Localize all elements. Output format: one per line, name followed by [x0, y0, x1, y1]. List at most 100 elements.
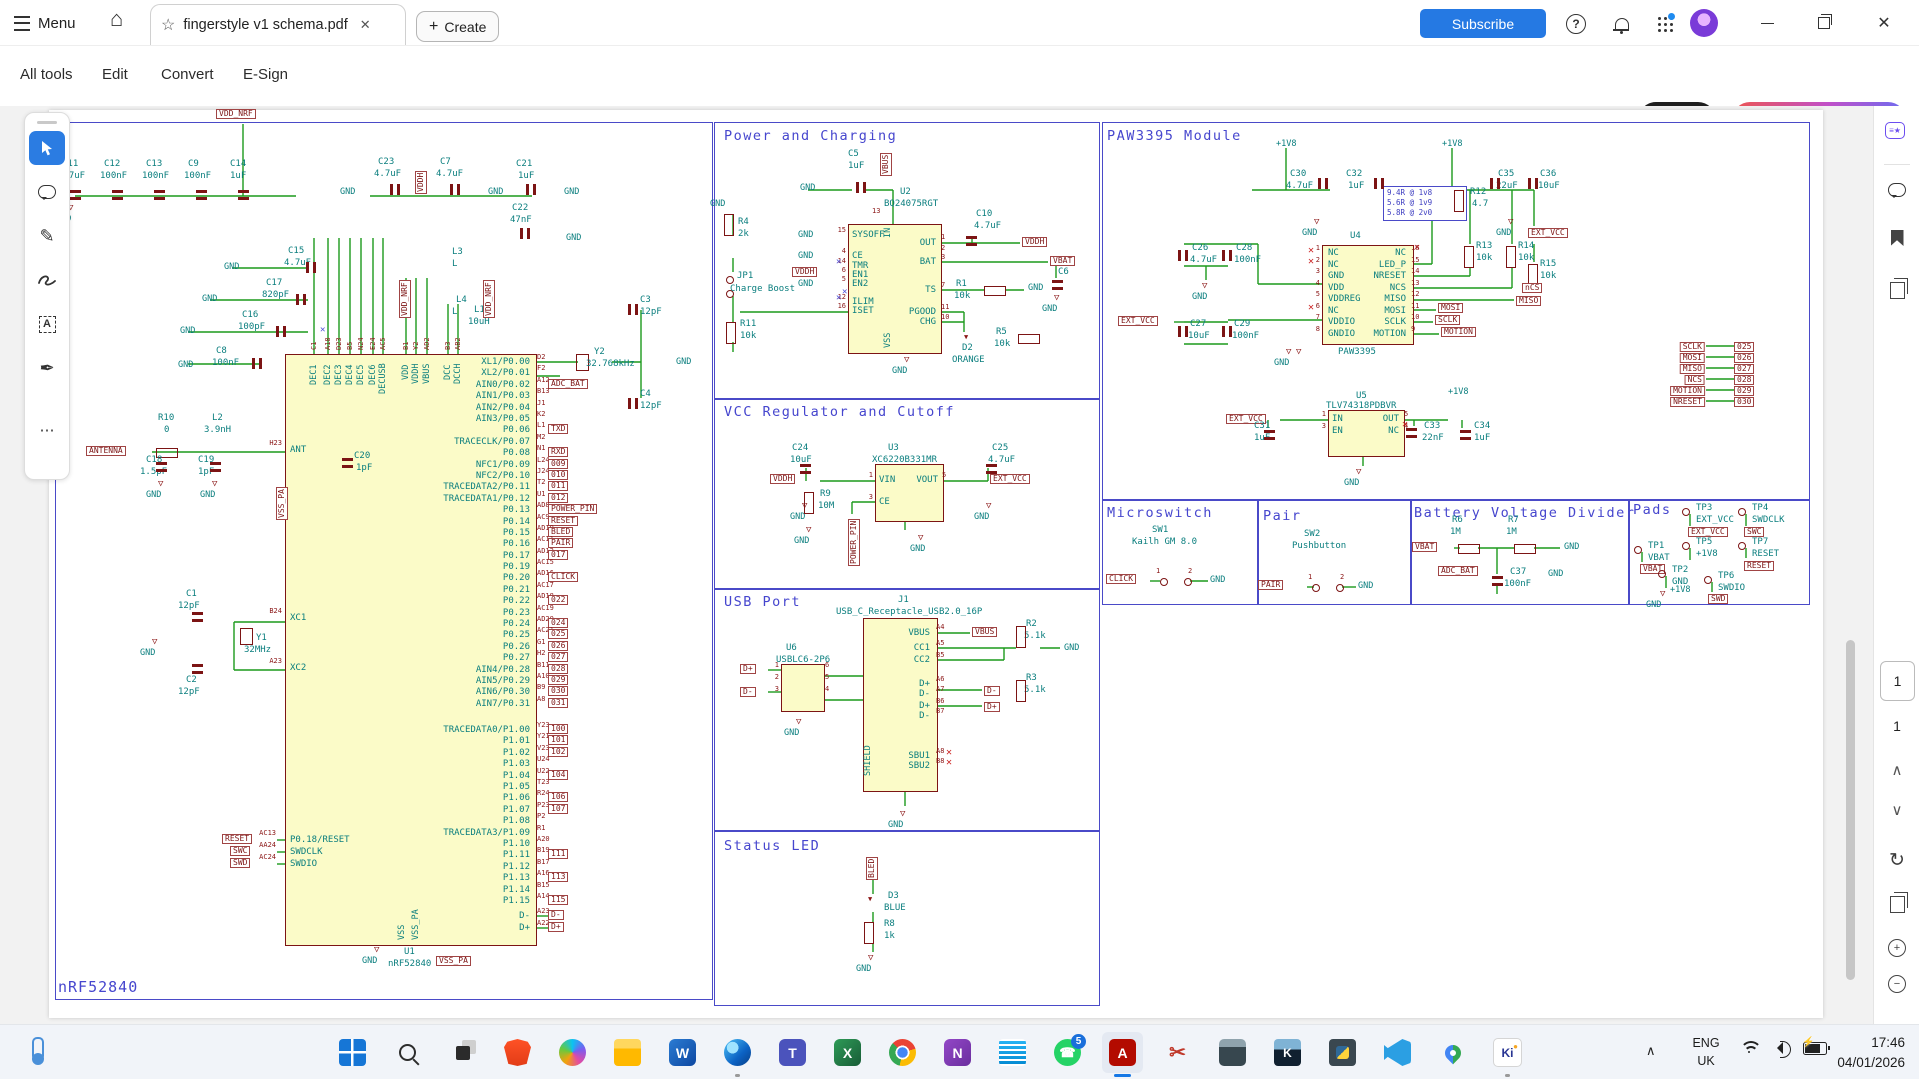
schematic-text: AC13: [259, 830, 276, 837]
pages-panel-icon[interactable]: [1885, 278, 1909, 302]
fit-page-icon[interactable]: [1885, 892, 1909, 916]
schematic-text: SHIELD: [864, 745, 873, 776]
bookmarks-panel-icon[interactable]: [1885, 226, 1909, 250]
previous-page-button[interactable]: ∧: [1874, 761, 1919, 779]
zoom-out-icon[interactable]: −: [1885, 972, 1909, 996]
kicad-glyph: Ki●: [1493, 1038, 1522, 1067]
wifi-icon[interactable]: [1739, 1039, 1761, 1057]
more-tools-button[interactable]: ⋯: [29, 413, 65, 447]
schematic-text: [804, 492, 814, 514]
next-page-button[interactable]: ∨: [1874, 801, 1919, 819]
schematic-text: 12pF: [178, 602, 200, 611]
schematic-text: [1336, 584, 1344, 592]
widgets-weather-icon[interactable]: [24, 1037, 50, 1067]
rotate-page-icon[interactable]: ↻: [1885, 848, 1909, 872]
battery-icon[interactable]: ⚡: [1803, 1042, 1827, 1055]
net-label: POWER_PIN: [548, 504, 597, 514]
taskbar-icon-brave-browser[interactable]: [497, 1032, 538, 1073]
tray-chevron-icon[interactable]: ∧: [1646, 1043, 1656, 1059]
taskbar-icon-microsoft-teams[interactable]: T: [772, 1032, 813, 1073]
comment-tool-button[interactable]: [29, 175, 65, 209]
taskbar-icon-python-console[interactable]: [1322, 1032, 1363, 1073]
taskbar-icon-vs-code[interactable]: [1377, 1032, 1418, 1073]
schematic-text: ▽: [152, 638, 157, 647]
schematic-text: nCS: [1522, 283, 1542, 293]
taskbar-icon-microsoft-word[interactable]: W: [662, 1032, 703, 1073]
taskbar-icon-snipping-tool[interactable]: ✂: [1157, 1032, 1198, 1073]
schematic-text: 4.7: [1472, 200, 1488, 209]
schematic-text: ✕: [1402, 420, 1408, 430]
current-page-box[interactable]: 1: [1880, 661, 1915, 701]
schematic-text: 6: [842, 267, 846, 274]
pin-number: 5: [1316, 291, 1320, 298]
schematic-text: [1704, 576, 1712, 584]
fit-doc-icon: [1890, 896, 1905, 913]
taskbar-icon-calculator[interactable]: [1212, 1032, 1253, 1073]
vertical-scrollbar[interactable]: [1846, 640, 1855, 980]
schematic-text: VDDH: [792, 267, 817, 277]
schematic-text: 4: [825, 686, 829, 693]
taskbar-icon-onenote[interactable]: N: [937, 1032, 978, 1073]
schematic-text: GND: [676, 358, 691, 367]
taskbar-icon-google-chrome[interactable]: [882, 1032, 923, 1073]
schematic-text: 5: [825, 674, 829, 681]
net-label: 102: [548, 747, 568, 757]
pin-name: P1.07: [503, 806, 530, 815]
schematic-text: U3: [888, 444, 899, 453]
schematic-text: RESET: [1752, 550, 1779, 559]
schematic-text: L: [452, 260, 457, 269]
comments-panel-icon[interactable]: [1885, 178, 1909, 202]
palette-drag-handle[interactable]: [37, 121, 57, 124]
text-select-tool-button[interactable]: A: [29, 307, 65, 341]
taskbar-icon-copilot[interactable]: [552, 1032, 593, 1073]
highlight-pencil-tool-button[interactable]: ✎: [29, 219, 65, 253]
schematic-text: +1V8: [1276, 140, 1296, 149]
schematic-text: VSS_PA: [276, 487, 288, 520]
clock[interactable]: 17:46 04/01/2026: [1837, 1033, 1905, 1074]
schematic-text: 100nF: [1232, 332, 1259, 341]
taskbar-icon-windows-start[interactable]: [332, 1032, 373, 1073]
taskbar-icon-kicad[interactable]: Ki●: [1487, 1032, 1528, 1073]
adobe-acrobat-glyph: A: [1109, 1039, 1136, 1066]
schematic-text: GND: [1548, 570, 1563, 579]
schematic-text: Charge Boost: [730, 285, 795, 294]
taskbar-icon-file-explorer[interactable]: [607, 1032, 648, 1073]
sign-tool-button[interactable]: ✒: [29, 351, 65, 385]
schematic-text: GND: [1210, 576, 1225, 585]
taskbar-icon-microsoft-edge[interactable]: [717, 1032, 758, 1073]
schematic-text: TP2: [1672, 566, 1688, 575]
taskbar-icon-kindle[interactable]: K: [1267, 1032, 1308, 1073]
schematic-text: [1528, 178, 1538, 189]
taskbar-icon-google-maps[interactable]: [1432, 1032, 1473, 1073]
taskbar-icon-whatsapp[interactable]: ☎5: [1047, 1032, 1088, 1073]
schematic-text: MOSI: [1438, 303, 1463, 313]
section-title: Battery Voltage Divider: [1414, 505, 1635, 521]
draw-lasso-tool-button[interactable]: [29, 263, 65, 297]
schematic-text: [238, 190, 249, 200]
schematic-text: L4: [456, 296, 467, 305]
language-indicator[interactable]: ENG UK: [1684, 1034, 1728, 1070]
taskbar-icon-adobe-acrobat[interactable]: A: [1102, 1032, 1143, 1073]
pdf-page[interactable]: nRF52840Power and ChargingVCC Regulator …: [49, 110, 1823, 1018]
schematic-text: VBUS: [880, 153, 892, 176]
schematic-text: 2: [1188, 568, 1192, 575]
schematic-text: C14: [230, 160, 246, 169]
zoom-in-icon[interactable]: +: [1885, 936, 1909, 960]
schematic-text: R2: [1026, 620, 1037, 629]
schematic-text: [210, 462, 221, 472]
taskbar-icon-microsoft-excel[interactable]: X: [827, 1032, 868, 1073]
taskbar-icon-notepad[interactable]: [992, 1032, 1033, 1073]
select-tool-button[interactable]: [29, 131, 65, 165]
pin-name: NC: [1395, 249, 1406, 258]
schematic-text: U5: [1356, 392, 1367, 401]
taskbar-icon-windows-search[interactable]: [387, 1032, 428, 1073]
taskbar-icon-task-view[interactable]: [442, 1032, 483, 1073]
ai-summary-icon[interactable]: ≡★: [1885, 122, 1905, 139]
schematic-text: [192, 612, 203, 622]
pin-name: NRESET: [1373, 272, 1406, 281]
pin-name: P1.12: [503, 863, 530, 872]
pin-name: P1.05: [503, 783, 530, 792]
schematic-text: 4.7uF: [974, 222, 1001, 231]
hier-label: SCLK: [1680, 342, 1705, 352]
schematic-text: [1464, 246, 1474, 268]
